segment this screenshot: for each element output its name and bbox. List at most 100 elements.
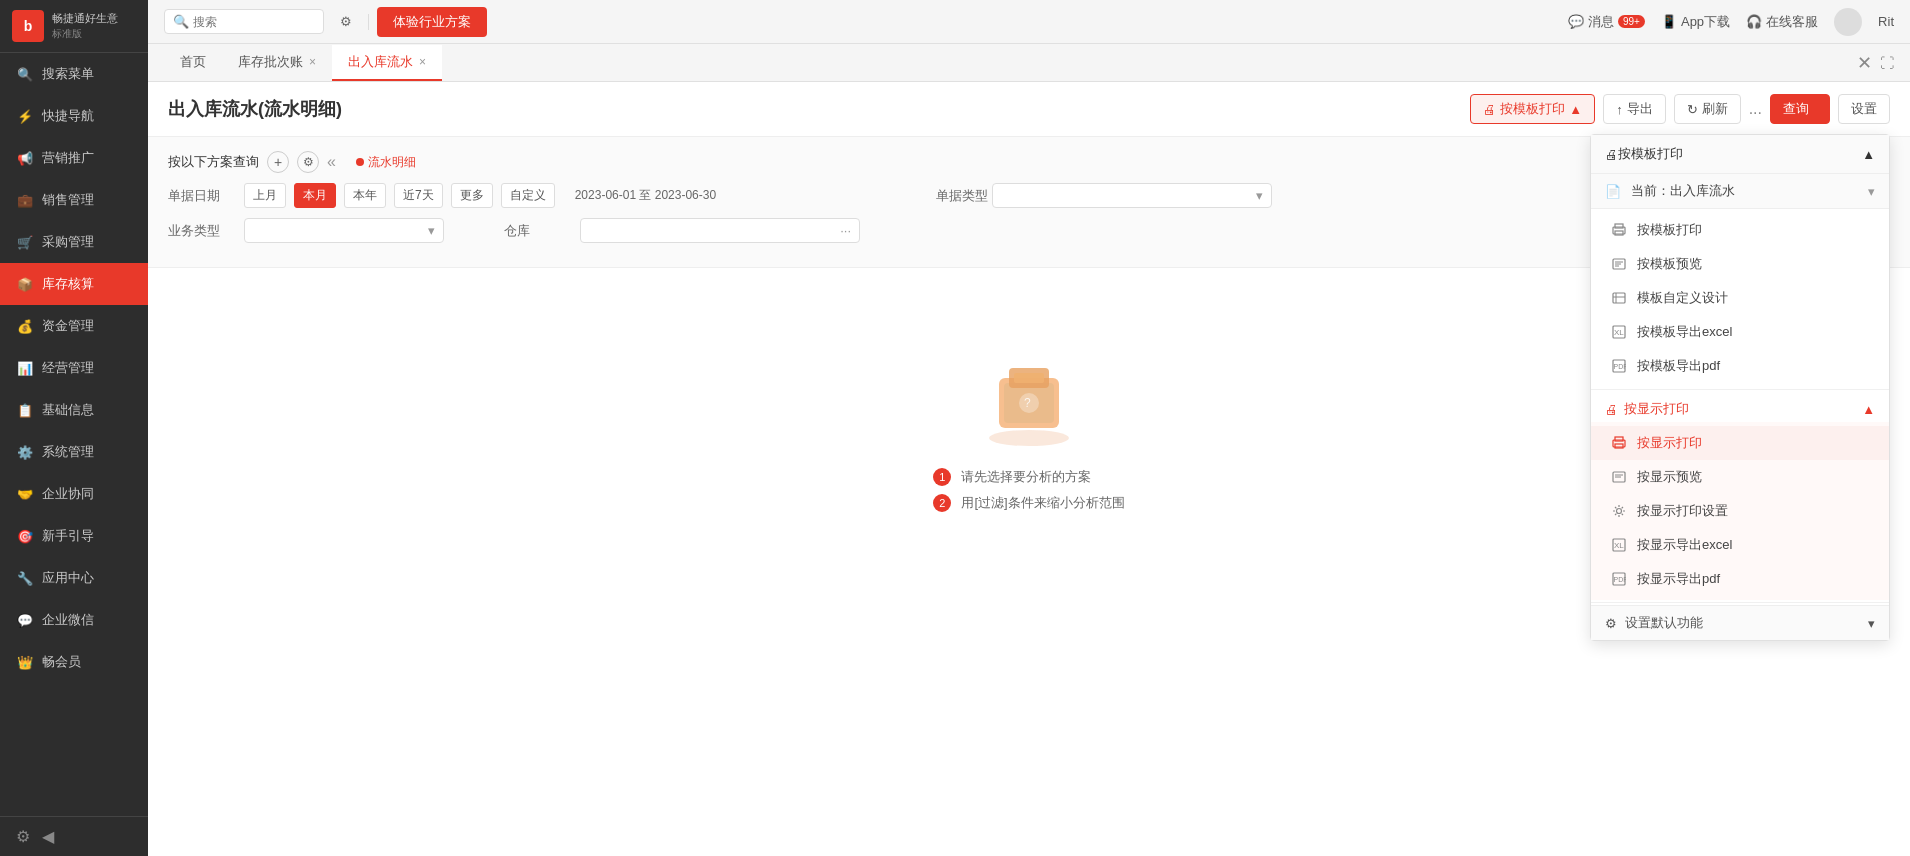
sidebar-item-quick-nav[interactable]: ⚡ 快捷导航 [0,95,148,137]
dropdown-template-print[interactable]: 按模板打印 [1591,213,1889,247]
app-logo: b 畅捷通好生意 标准版 [0,0,148,53]
doc-type-label: 单据类型 [936,188,988,203]
chevron-down-icon: ▾ [1868,616,1875,631]
tab-expand[interactable]: ⛶ [1880,55,1894,71]
business-type-select[interactable]: ▾ [244,218,444,243]
empty-illustration: ? [979,348,1079,448]
tab-close-batch[interactable]: × [309,55,316,69]
message-icon: 💬 [1568,14,1584,29]
settings-button[interactable]: 设置 [1838,94,1890,124]
service-icon: 🎧 [1746,14,1762,29]
more-icon[interactable]: ... [1749,100,1762,118]
logo-icon: b [12,10,44,42]
sidebar-item-marketing[interactable]: 📢 营销推广 [0,137,148,179]
dropdown-template-excel[interactable]: XL 按模板导出excel [1591,315,1889,349]
svg-text:PDF: PDF [1614,363,1627,370]
tab-flow[interactable]: 出入库流水 × [332,45,442,81]
sidebar-item-search[interactable]: 🔍 搜索菜单 [0,53,148,95]
filter-collapse-button[interactable]: « [327,153,336,171]
inventory-icon: 📦 [16,275,34,293]
sidebar-item-enterprise[interactable]: 🤝 企业协同 [0,473,148,515]
message-button[interactable]: 💬 消息 99+ [1568,13,1645,31]
dropdown-template-preview[interactable]: 按模板预览 [1591,247,1889,281]
filter-label: 按以下方案查询 [168,153,259,171]
sidebar-bottom: ⚙ ◀ [0,816,148,856]
warehouse-select[interactable]: ··· [580,218,860,243]
sidebar-item-label: 采购管理 [42,233,132,251]
dropdown-template-custom[interactable]: 模板自定义设计 [1591,281,1889,315]
sidebar-item-label: 快捷导航 [42,107,132,125]
dropdown-display-print[interactable]: 按显示打印 [1591,426,1889,460]
step-1-number: 1 [933,468,951,486]
page-title: 出入库流水(流水明细) [168,97,342,121]
guide-icon: 🎯 [16,527,34,545]
dropdown-display-preview[interactable]: 按显示预览 [1591,460,1889,494]
date-btn-this-month[interactable]: 本月 [294,183,336,208]
search-input[interactable] [193,15,313,29]
chevron-up-icon: ▲ [1569,102,1582,117]
tab-batch[interactable]: 库存批次账 × [222,45,332,81]
dropdown-template-pdf[interactable]: PDF 按模板导出pdf [1591,349,1889,383]
display-section-title: 🖨 按显示打印 [1605,400,1689,418]
sidebar-item-label: 搜索菜单 [42,65,132,83]
trial-button[interactable]: 体验行业方案 [377,7,487,37]
dropdown-display-pdf[interactable]: PDF 按显示导出pdf [1591,562,1889,596]
sidebar-item-purchase[interactable]: 🛒 采购管理 [0,221,148,263]
svg-text:XL: XL [1614,328,1624,337]
sidebar-item-label: 新手引导 [42,527,132,545]
doc-type-select[interactable]: ▾ [992,183,1272,208]
chevron-up-icon: ▲ [1862,402,1875,417]
online-service-button[interactable]: 🎧 在线客服 [1746,13,1818,31]
app-download-button[interactable]: 📱 App下载 [1661,13,1730,31]
sidebar-item-label: 销售管理 [42,191,132,209]
query-button[interactable]: 查询 [1770,94,1830,124]
sidebar-item-label: 经营管理 [42,359,132,377]
sidebar-item-vip[interactable]: 👑 畅会员 [0,641,148,683]
filter-settings-button[interactable]: ⚙ [297,151,319,173]
preview-icon [1611,256,1627,272]
tab-close-flow[interactable]: × [419,55,426,69]
filter-add-button[interactable]: + [267,151,289,173]
sidebar-item-sales[interactable]: 💼 销售管理 [0,179,148,221]
sidebar-item-label: 营销推广 [42,149,132,167]
date-btn-more[interactable]: 更多 [451,183,493,208]
header-search[interactable]: 🔍 [164,9,324,34]
dropdown-display-excel[interactable]: XL 按显示导出excel [1591,528,1889,562]
dropdown-bottom-settings[interactable]: ⚙ 设置默认功能 ▾ [1591,605,1889,640]
date-btn-7days[interactable]: 近7天 [394,183,443,208]
refresh-button[interactable]: ↻ 刷新 [1674,94,1741,124]
tab-home[interactable]: 首页 [164,45,222,81]
refresh-icon: ↻ [1687,102,1698,117]
sidebar-item-app-center[interactable]: 🔧 应用中心 [0,557,148,599]
date-btn-custom[interactable]: 自定义 [501,183,555,208]
sidebar-item-label: 资金管理 [42,317,132,335]
tab-close-all[interactable]: ✕ [1857,52,1872,74]
svg-rect-4 [1014,373,1044,383]
page-actions: 🖨 按模板打印 ▲ ↑ 导出 ↻ 刷新 ... 查询 设置 [1470,94,1890,124]
date-btn-last-month[interactable]: 上月 [244,183,286,208]
step-2-number: 2 [933,494,951,512]
export-button[interactable]: ↑ 导出 [1603,94,1666,124]
print-dropdown-panel: 🖨 按模板打印 ▲ 📄 当前：出入库流水 ▾ 按模板打印 [1590,134,1890,641]
collapse-sidebar-icon[interactable]: ◀ [42,827,54,846]
sidebar-item-finance[interactable]: 💰 资金管理 [0,305,148,347]
sidebar-item-weixin[interactable]: 💬 企业微信 [0,599,148,641]
print-template-button[interactable]: 🖨 按模板打印 ▲ [1470,94,1595,124]
sidebar-item-basic[interactable]: 📋 基础信息 [0,389,148,431]
user-avatar[interactable] [1834,8,1862,36]
print-icon [1611,435,1627,451]
dropdown-display-settings[interactable]: 按显示打印设置 [1591,494,1889,528]
display-section: 按显示打印 按显示预览 按显示打印设置 [1591,422,1889,600]
sidebar-item-guide[interactable]: 🎯 新手引导 [0,515,148,557]
message-badge: 99+ [1618,15,1645,28]
date-field-label: 单据日期 [168,187,224,205]
sidebar-item-inventory[interactable]: 📦 库存核算 [0,263,148,305]
sidebar-item-business[interactable]: 📊 经营管理 [0,347,148,389]
settings-icon[interactable]: ⚙ [16,827,30,846]
pdf-icon: PDF [1611,358,1627,374]
date-btn-this-year[interactable]: 本年 [344,183,386,208]
settings-button[interactable]: ⚙ [332,10,360,33]
sidebar-item-system[interactable]: ⚙️ 系统管理 [0,431,148,473]
current-template-item[interactable]: 📄 当前：出入库流水 ▾ [1591,174,1889,209]
display-print-icon: 🖨 [1605,402,1618,417]
